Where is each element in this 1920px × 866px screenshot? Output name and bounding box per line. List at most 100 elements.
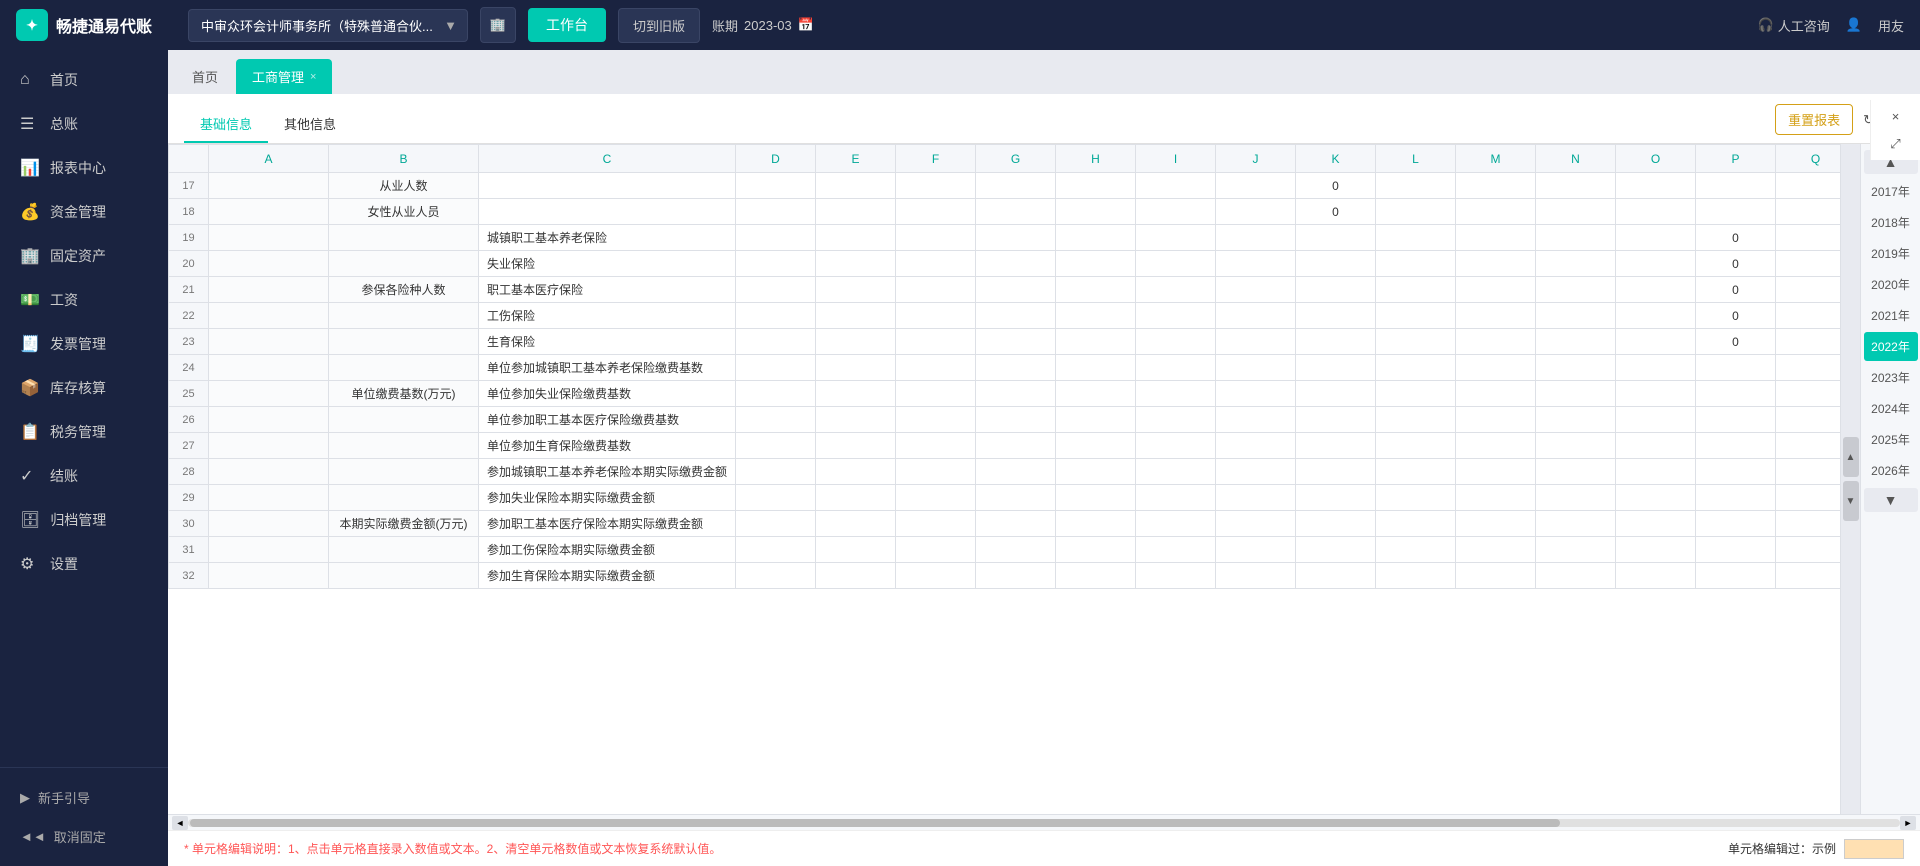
- collapse-up-button[interactable]: ▲: [1843, 437, 1859, 477]
- reset-report-button[interactable]: 重置报表: [1775, 104, 1853, 135]
- cell-22-a[interactable]: [209, 303, 329, 329]
- cell-26-j[interactable]: [1216, 407, 1296, 433]
- cell-19-q[interactable]: [1776, 225, 1840, 251]
- cell-30-c[interactable]: 参加职工基本医疗保险本期实际缴费金额: [479, 511, 736, 537]
- cell-23-l[interactable]: [1376, 329, 1456, 355]
- cell-21-d[interactable]: [736, 277, 816, 303]
- cell-23-g[interactable]: [976, 329, 1056, 355]
- cell-17-h[interactable]: [1056, 173, 1136, 199]
- cell-31-g[interactable]: [976, 537, 1056, 563]
- tab-business-mgmt[interactable]: 工商管理 ×: [236, 59, 332, 94]
- cell-24-i[interactable]: [1136, 355, 1216, 381]
- horizontal-scrollbar[interactable]: ◄ ►: [168, 814, 1920, 830]
- sidebar-item-general-ledger[interactable]: ☰ 总账: [0, 102, 168, 146]
- year-item-2020[interactable]: 2020年: [1864, 270, 1918, 299]
- close-window-button[interactable]: ×: [1882, 104, 1910, 128]
- cell-32-c[interactable]: 参加生育保险本期实际缴费金额: [479, 563, 736, 589]
- cell-20-o[interactable]: [1616, 251, 1696, 277]
- cell-30-l[interactable]: [1376, 511, 1456, 537]
- cell-25-l[interactable]: [1376, 381, 1456, 407]
- cell-20-p[interactable]: 0: [1696, 251, 1776, 277]
- cell-19-n[interactable]: [1536, 225, 1616, 251]
- year-item-2017[interactable]: 2017年: [1864, 177, 1918, 206]
- cell-22-m[interactable]: [1456, 303, 1536, 329]
- cell-17-m[interactable]: [1456, 173, 1536, 199]
- cell-21-i[interactable]: [1136, 277, 1216, 303]
- cell-21-o[interactable]: [1616, 277, 1696, 303]
- cell-18-o[interactable]: [1616, 199, 1696, 225]
- cell-27-j[interactable]: [1216, 433, 1296, 459]
- cell-26-f[interactable]: [896, 407, 976, 433]
- cell-30-d[interactable]: [736, 511, 816, 537]
- cell-31-e[interactable]: [816, 537, 896, 563]
- cell-27-g[interactable]: [976, 433, 1056, 459]
- cell-28-d[interactable]: [736, 459, 816, 485]
- cell-29-p[interactable]: [1696, 485, 1776, 511]
- spreadsheet-wrapper[interactable]: A B C D E F G H I J K L M: [168, 144, 1840, 814]
- cell-32-i[interactable]: [1136, 563, 1216, 589]
- cell-21-f[interactable]: [896, 277, 976, 303]
- cell-19-c[interactable]: 城镇职工基本养老保险: [479, 225, 736, 251]
- cell-31-a[interactable]: [209, 537, 329, 563]
- cell-17-i[interactable]: [1136, 173, 1216, 199]
- cell-20-j[interactable]: [1216, 251, 1296, 277]
- cell-32-e[interactable]: [816, 563, 896, 589]
- cell-22-c[interactable]: 工伤保险: [479, 303, 736, 329]
- cell-17-k[interactable]: 0: [1296, 173, 1376, 199]
- cell-23-a[interactable]: [209, 329, 329, 355]
- cell-30-g[interactable]: [976, 511, 1056, 537]
- cell-23-o[interactable]: [1616, 329, 1696, 355]
- cell-28-i[interactable]: [1136, 459, 1216, 485]
- cell-23-q[interactable]: [1776, 329, 1840, 355]
- cell-27-n[interactable]: [1536, 433, 1616, 459]
- cell-26-i[interactable]: [1136, 407, 1216, 433]
- company-icon-btn[interactable]: 🏢: [480, 7, 516, 43]
- cell-19-o[interactable]: [1616, 225, 1696, 251]
- cell-28-h[interactable]: [1056, 459, 1136, 485]
- cell-27-k[interactable]: [1296, 433, 1376, 459]
- cell-17-p[interactable]: [1696, 173, 1776, 199]
- cell-22-o[interactable]: [1616, 303, 1696, 329]
- cell-28-p[interactable]: [1696, 459, 1776, 485]
- cell-28-g[interactable]: [976, 459, 1056, 485]
- cell-22-j[interactable]: [1216, 303, 1296, 329]
- cell-24-j[interactable]: [1216, 355, 1296, 381]
- cell-19-k[interactable]: [1296, 225, 1376, 251]
- cell-30-e[interactable]: [816, 511, 896, 537]
- cell-26-h[interactable]: [1056, 407, 1136, 433]
- year-item-2024[interactable]: 2024年: [1864, 394, 1918, 423]
- cell-24-f[interactable]: [896, 355, 976, 381]
- cell-27-a[interactable]: [209, 433, 329, 459]
- cell-18-n[interactable]: [1536, 199, 1616, 225]
- cell-32-l[interactable]: [1376, 563, 1456, 589]
- cell-29-l[interactable]: [1376, 485, 1456, 511]
- cell-31-h[interactable]: [1056, 537, 1136, 563]
- cell-30-f[interactable]: [896, 511, 976, 537]
- cell-24-p[interactable]: [1696, 355, 1776, 381]
- unpin-item[interactable]: ◄◄ 取消固定: [0, 817, 168, 856]
- cell-25-p[interactable]: [1696, 381, 1776, 407]
- cell-17-j[interactable]: [1216, 173, 1296, 199]
- cell-17-f[interactable]: [896, 173, 976, 199]
- cell-21-g[interactable]: [976, 277, 1056, 303]
- cell-28-l[interactable]: [1376, 459, 1456, 485]
- cell-31-c[interactable]: 参加工伤保险本期实际缴费金额: [479, 537, 736, 563]
- company-selector[interactable]: 中审众环会计师事务所（特殊普通合伙... ▼: [188, 9, 468, 42]
- cell-20-c[interactable]: 失业保险: [479, 251, 736, 277]
- cell-19-m[interactable]: [1456, 225, 1536, 251]
- cell-29-q[interactable]: [1776, 485, 1840, 511]
- cell-29-h[interactable]: [1056, 485, 1136, 511]
- cell-20-i[interactable]: [1136, 251, 1216, 277]
- cell-20-h[interactable]: [1056, 251, 1136, 277]
- cell-25-n[interactable]: [1536, 381, 1616, 407]
- cell-25-e[interactable]: [816, 381, 896, 407]
- cell-27-i[interactable]: [1136, 433, 1216, 459]
- year-item-2021[interactable]: 2021年: [1864, 301, 1918, 330]
- cell-21-a[interactable]: [209, 277, 329, 303]
- cell-20-n[interactable]: [1536, 251, 1616, 277]
- cell-21-h[interactable]: [1056, 277, 1136, 303]
- cell-27-o[interactable]: [1616, 433, 1696, 459]
- cell-19-g[interactable]: [976, 225, 1056, 251]
- cell-20-e[interactable]: [816, 251, 896, 277]
- cell-20-k[interactable]: [1296, 251, 1376, 277]
